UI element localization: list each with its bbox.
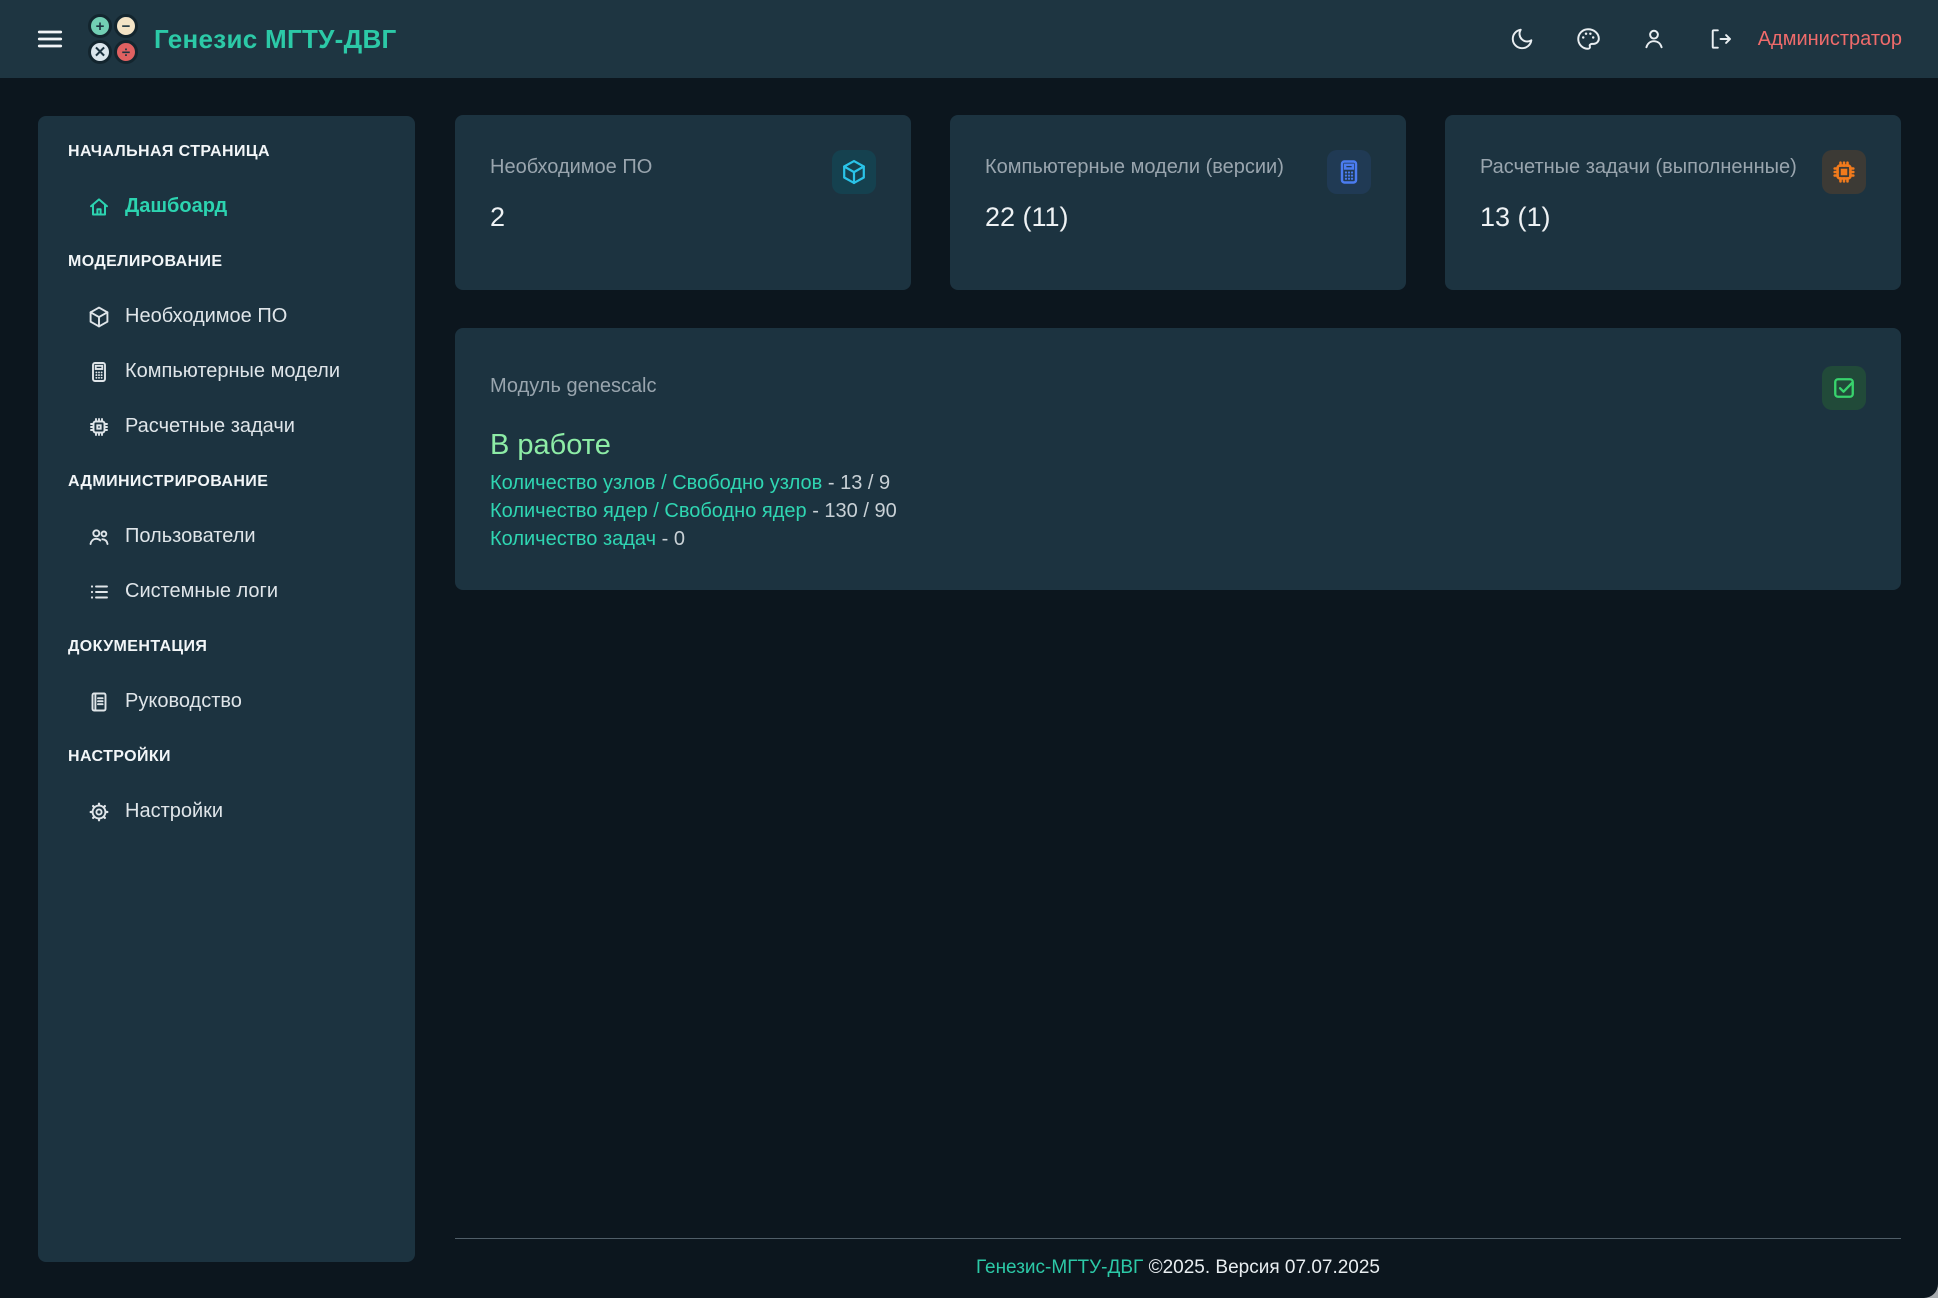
stat-value: 0 (673, 528, 685, 550)
module-stats: Количество узлов / Свободно узлов - 13 /… (490, 469, 1866, 553)
module-card-label: Модуль genescalc (490, 375, 657, 397)
cpu-icon (87, 415, 111, 439)
logout-icon (1707, 26, 1733, 52)
stat-key: Количество ядер / Свободно ядер (490, 500, 807, 522)
sidebar-item-models[interactable]: Компьютерные модели (38, 344, 415, 399)
module-stat-jobs: Количество задач - 0 (490, 525, 1866, 553)
module-card: Модуль genescalc В работе Количество узл… (455, 328, 1901, 590)
sidebar-item-label: Пользователи (125, 525, 256, 547)
menu-toggle-button[interactable] (34, 23, 66, 55)
home-icon (87, 195, 111, 219)
module-status-text: В работе (490, 429, 611, 461)
sidebar: Начальная страница Дашбоард Моделировани… (38, 116, 415, 1262)
stat-separator: - (661, 528, 669, 550)
sidebar-item-tasks[interactable]: Расчетные задачи (38, 399, 415, 454)
sidebar-item-label: Руководство (125, 690, 242, 712)
check-square-icon (1822, 366, 1866, 410)
sidebar-item-manual[interactable]: Руководство (38, 674, 415, 729)
stat-card-label: Компьютерные модели (версии) (985, 156, 1284, 178)
profile-button[interactable] (1640, 25, 1668, 53)
palette-icon (1575, 26, 1601, 52)
nav-section-modeling: Моделирование (68, 252, 223, 270)
hamburger-icon (35, 24, 65, 54)
stat-card-label: Расчетные задачи (выполненные) (1480, 156, 1797, 178)
sidebar-item-label: Необходимое ПО (125, 305, 288, 327)
nav-section-admin: Администрирование (68, 472, 269, 490)
sidebar-item-system-logs[interactable]: Системные логи (38, 564, 415, 619)
stat-card-models: Компьютерные модели (версии) 22 (11) (950, 115, 1406, 290)
users-icon (87, 525, 111, 549)
app-page: + − ✕ ÷ Генезис МГТУ-ДВГ Администратор Н… (0, 0, 1938, 1298)
app-title: Генезис МГТУ-ДВГ (154, 23, 397, 54)
stat-card-value: 2 (490, 202, 506, 232)
user-role-label: Администратор (1757, 27, 1902, 50)
sidebar-item-users[interactable]: Пользователи (38, 509, 415, 564)
footer-divider (455, 1238, 1901, 1239)
sidebar-item-label: Расчетные задачи (125, 415, 295, 437)
nav-section-settings: Настройки (68, 747, 171, 765)
logo-minus-icon: − (114, 14, 138, 38)
sidebar-item-dashboard[interactable]: Дашбоард (38, 179, 415, 234)
sidebar-item-software[interactable]: Необходимое ПО (38, 289, 415, 344)
person-icon (1641, 26, 1667, 52)
app-footer: Генезис-МГТУ-ДВГ ©2025. Версия 07.07.202… (455, 1257, 1901, 1279)
stat-card-tasks: Расчетные задачи (выполненные) 13 (1) (1445, 115, 1901, 290)
book-icon (87, 690, 111, 714)
calculator-icon (87, 360, 111, 384)
logo-plus-icon: + (88, 14, 112, 38)
logo-multiply-icon: ✕ (88, 40, 112, 64)
sidebar-item-label: Настройки (125, 800, 224, 822)
moon-icon (1509, 26, 1535, 52)
sidebar-item-label: Системные логи (125, 580, 279, 602)
cube-icon (832, 150, 876, 194)
stat-card-label: Необходимое ПО (490, 156, 653, 178)
sidebar-item-settings[interactable]: Настройки (38, 784, 415, 839)
stat-value: 13 / 9 (840, 472, 891, 494)
stat-value: 130 / 90 (824, 500, 897, 522)
logout-button[interactable] (1706, 25, 1734, 53)
cube-icon (87, 305, 111, 329)
cpu-icon (1822, 150, 1866, 194)
logo-divide-icon: ÷ (114, 40, 138, 64)
stat-card-value: 22 (11) (985, 202, 1069, 232)
module-stat-nodes: Количество узлов / Свободно узлов - 13 /… (490, 469, 1866, 497)
stat-cards-row: Необходимое ПО 2 Компьютерные модели (ве… (455, 115, 1901, 290)
stat-card-value: 13 (1) (1480, 202, 1551, 232)
footer-brand-link[interactable]: Генезис-МГТУ-ДВГ (976, 1257, 1143, 1278)
gear-icon (87, 800, 111, 824)
stat-separator: - (827, 472, 835, 494)
stat-key: Количество узлов / Свободно узлов (490, 472, 823, 494)
module-stat-cores: Количество ядер / Свободно ядер - 130 / … (490, 497, 1866, 525)
nav-section-home: Начальная страница (68, 142, 270, 160)
stat-separator: - (812, 500, 819, 522)
stat-card-software: Необходимое ПО 2 (455, 115, 911, 290)
theme-toggle-button[interactable] (1508, 25, 1536, 53)
sidebar-item-label: Компьютерные модели (125, 360, 341, 382)
app-logo: + − ✕ ÷ (88, 14, 138, 64)
footer-copyright: ©2025. Версия 07.07.2025 (1148, 1257, 1380, 1278)
nav-section-docs: Документация (68, 637, 208, 655)
sidebar-item-label: Дашбоард (125, 195, 228, 217)
list-icon (87, 580, 111, 604)
stat-key: Количество задач (490, 528, 657, 550)
app-header: + − ✕ ÷ Генезис МГТУ-ДВГ Администратор (0, 0, 1938, 78)
palette-button[interactable] (1574, 25, 1602, 53)
calculator-icon (1327, 150, 1371, 194)
